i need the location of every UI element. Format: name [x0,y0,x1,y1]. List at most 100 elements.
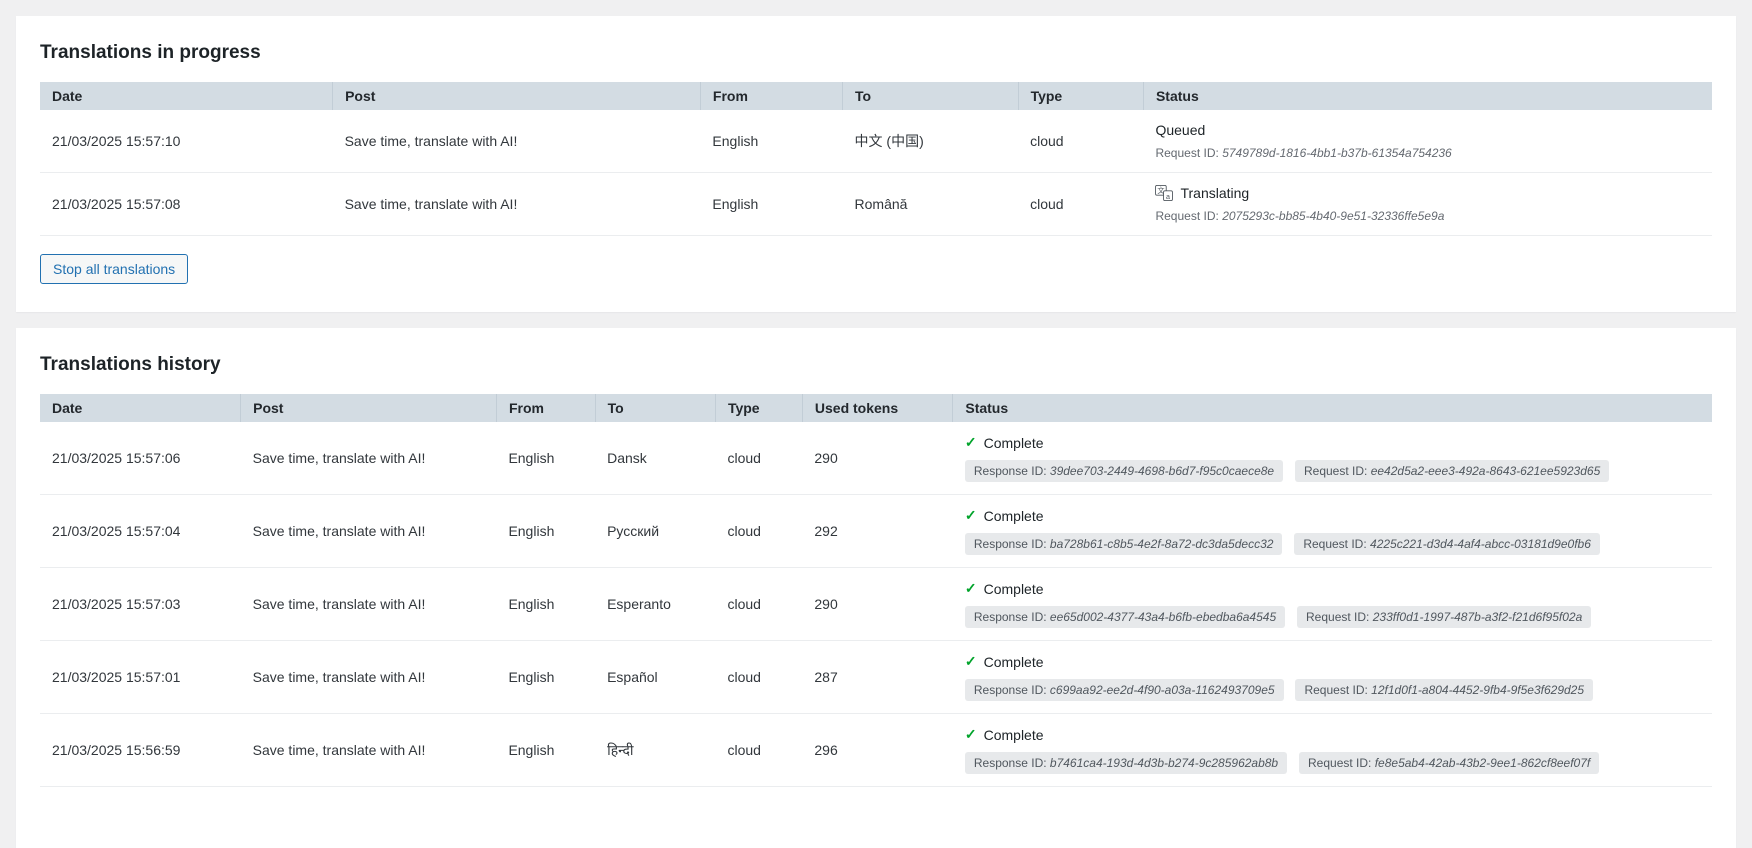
status-text: Translating [1180,185,1250,201]
cell-to: हिन्दी [595,713,716,787]
status-text: Complete [983,507,1044,524]
cell-type: cloud [715,494,803,568]
column-header-status: Status [952,394,1712,422]
status-text: Queued [1155,122,1206,138]
column-header-to: To [595,394,716,422]
cell-status: ✓ Complete Response ID: ee65d002-4377-43… [952,567,1712,641]
table-row: 21/03/2025 15:57:03 Save time, translate… [40,567,1712,641]
check-icon: ✓ [964,580,977,596]
table-row: 21/03/2025 15:57:06 Save time, translate… [40,422,1712,495]
column-header-type: Type [1018,82,1144,110]
column-header-from: From [700,82,844,110]
cell-date: 21/03/2025 15:57:06 [40,422,241,495]
request-id-value: 233ff0d1-1997-487b-a3f2-f21d6f95f02a [1372,610,1583,624]
check-icon: ✓ [964,653,977,669]
cell-type: cloud [715,422,803,495]
cell-type: cloud [1018,172,1144,236]
column-header-post: Post [240,394,497,422]
cell-from: English [496,567,596,641]
history-title: Translations history [40,354,221,375]
request-id-line: Request ID: 2075293c-bb85-4b40-9e51-3233… [1155,209,1700,223]
cell-to: 中文 (中国) [842,110,1019,173]
cell-type: cloud [1018,110,1144,173]
cell-to: Español [595,640,716,714]
table-row: 21/03/2025 15:57:08 Save time, translate… [40,172,1712,236]
cell-post: Save time, translate with AI! [332,110,701,173]
request-id-value: 5749789d-1816-4bb1-b37b-61354a754236 [1222,146,1452,160]
response-id-value: ee65d002-4377-43a4-b6fb-ebedba6a4545 [1049,610,1277,624]
request-id-value: 2075293c-bb85-4b40-9e51-32336ffe5e9a [1222,209,1445,223]
request-id-label: Request ID: [1303,537,1367,551]
cell-post: Save time, translate with AI! [240,494,497,568]
column-header-used-tokens: Used tokens [802,394,954,422]
status-text: Complete [983,580,1044,597]
translating-icon: 文 a [1155,185,1174,201]
response-id-value: b7461ca4-193d-4d3b-b274-9c285962ab8b [1049,756,1279,770]
cell-used-tokens: 296 [802,713,953,787]
response-id-pill: Response ID: ee65d002-4377-43a4-b6fb-ebe… [964,606,1286,628]
response-id-label: Response ID: [973,610,1047,624]
cell-status: Queued Request ID: 5749789d-1816-4bb1-b3… [1143,110,1712,173]
request-id-label: Request ID: [1155,209,1219,223]
cell-to: Русский [595,494,716,568]
response-id-pill: Response ID: 39dee703-2449-4698-b6d7-f95… [964,460,1284,482]
cell-post: Save time, translate with AI! [240,713,497,787]
request-id-label: Request ID: [1308,756,1372,770]
request-id-value: fe8e5ab4-42ab-43b2-9ee1-862cf8eef07f [1374,756,1591,770]
request-id-label: Request ID: [1303,464,1368,478]
translations-history-card: Translations history Date Post From To T… [16,328,1736,848]
request-id-pill: Request ID: fe8e5ab4-42ab-43b2-9ee1-862c… [1299,752,1600,774]
history-header-row: Date Post From To Type Used tokens Statu… [40,394,1712,422]
request-id-value: 4225c221-d3d4-4af4-abcc-03181d9e0fb6 [1370,537,1591,551]
in-progress-header-row: Date Post From To Type Status [40,82,1712,110]
status-text: Complete [983,434,1044,451]
cell-type: cloud [715,713,803,787]
cell-status: ✓ Complete Response ID: ba728b61-c8b5-4e… [952,494,1712,568]
stop-all-translations-button[interactable]: Stop all translations [40,254,189,284]
cell-from: English [496,494,596,568]
check-icon: ✓ [964,434,977,450]
svg-text:a: a [1166,193,1170,201]
request-id-value: 12f1d0f1-a804-4452-9fb4-9f5e3f629d25 [1371,683,1585,697]
check-icon: ✓ [964,507,977,523]
cell-type: cloud [715,567,803,641]
cell-from: English [496,640,596,714]
cell-to: Esperanto [595,567,716,641]
status-text: Complete [983,726,1044,743]
table-row: 21/03/2025 15:56:59 Save time, translate… [40,713,1712,787]
column-header-to: To [842,82,1019,110]
column-header-from: From [496,394,596,422]
response-id-value: c699aa92-ee2d-4f90-a03a-1162493709e5 [1049,683,1275,697]
request-id-label: Request ID: [1306,610,1370,624]
cell-to: Dansk [595,422,716,495]
response-id-value: 39dee703-2449-4698-b6d7-f95c0caece8e [1049,464,1275,478]
cell-date: 21/03/2025 15:57:04 [40,494,241,568]
column-header-date: Date [40,394,242,422]
cell-date: 21/03/2025 15:56:59 [40,713,241,787]
cell-used-tokens: 287 [802,640,953,714]
check-icon: ✓ [964,726,977,742]
column-header-date: Date [40,82,334,110]
request-id-label: Request ID: [1304,683,1368,697]
request-id-pill: Request ID: 4225c221-d3d4-4af4-abcc-0318… [1294,533,1600,555]
response-id-pill: Response ID: c699aa92-ee2d-4f90-a03a-116… [964,679,1284,701]
in-progress-title: Translations in progress [40,42,261,63]
request-id-value: ee42d5a2-eee3-492a-8643-621ee5923d65 [1370,464,1601,478]
cell-type: cloud [715,640,803,714]
cell-to: Română [842,172,1019,236]
request-id-pill: Request ID: 12f1d0f1-a804-4452-9fb4-9f5e… [1295,679,1594,701]
request-id-line: Request ID: 5749789d-1816-4bb1-b37b-6135… [1155,146,1700,160]
cell-status: ✓ Complete Response ID: b7461ca4-193d-4d… [952,713,1712,787]
translations-in-progress-card: Translations in progress Date Post From … [16,16,1736,312]
response-id-value: ba728b61-c8b5-4e2f-8a72-dc3da5decc32 [1049,537,1274,551]
response-id-label: Response ID: [973,464,1047,478]
response-id-label: Response ID: [973,537,1047,551]
request-id-pill: Request ID: 233ff0d1-1997-487b-a3f2-f21d… [1297,606,1592,628]
table-row: 21/03/2025 15:57:10 Save time, translate… [40,110,1712,173]
cell-date: 21/03/2025 15:57:01 [40,640,241,714]
history-table: Date Post From To Type Used tokens Statu… [40,394,1712,787]
table-row: 21/03/2025 15:57:01 Save time, translate… [40,640,1712,714]
cell-used-tokens: 290 [802,567,953,641]
cell-status: 文 a Translating Request ID: 2075293c-bb8… [1143,172,1712,236]
cell-used-tokens: 292 [802,494,953,568]
